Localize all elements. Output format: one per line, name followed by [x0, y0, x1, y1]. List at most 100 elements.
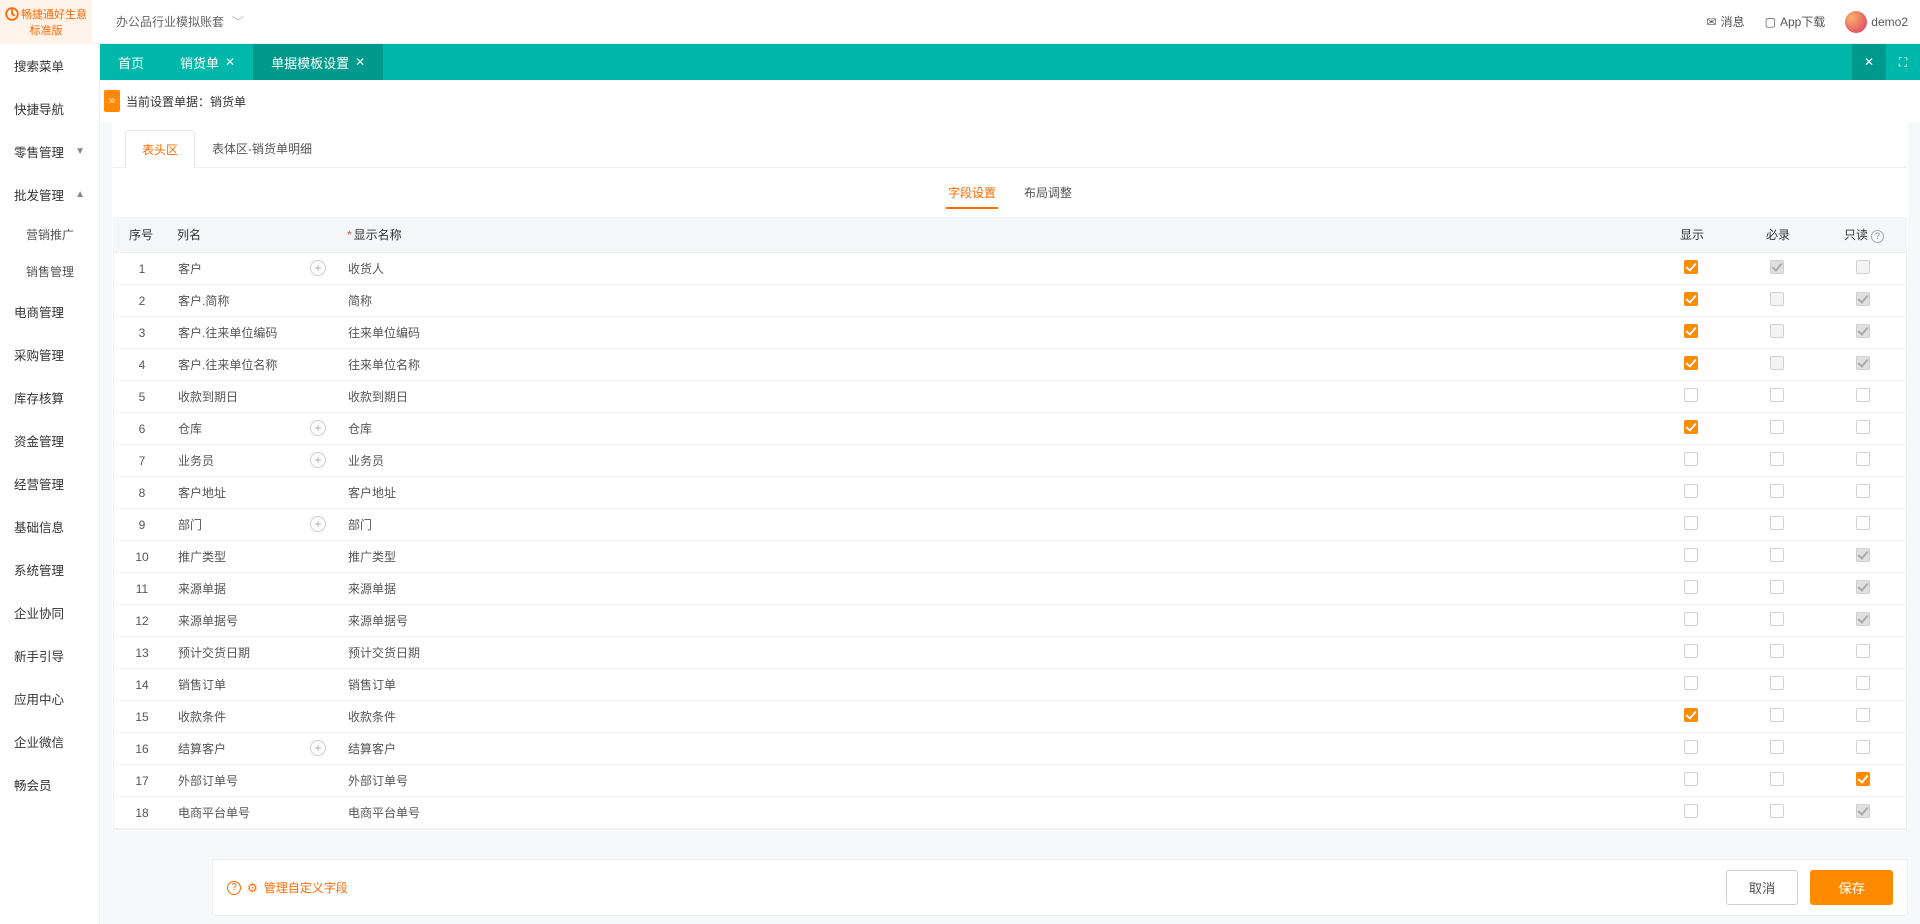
nav-item[interactable]: 畅会员 — [0, 763, 99, 806]
nav-item[interactable]: 基础信息 — [0, 505, 99, 548]
expand-plus-icon[interactable]: + — [310, 516, 326, 532]
area-tab[interactable]: 表体区-销货单明细 — [195, 129, 329, 167]
checkbox[interactable] — [1856, 516, 1870, 530]
checkbox[interactable] — [1856, 740, 1870, 754]
nav-item[interactable]: 企业协同 — [0, 591, 99, 634]
cell-dispname[interactable]: 结算客户 — [340, 733, 1648, 765]
cell-dispname[interactable]: 往来单位名称 — [340, 349, 1648, 381]
cell-dispname[interactable]: 销售订单 — [340, 669, 1648, 701]
checkbox[interactable] — [1684, 484, 1698, 498]
checkbox[interactable] — [1770, 804, 1784, 818]
cell-dispname[interactable]: 部门 — [340, 509, 1648, 541]
cell-dispname[interactable]: 预计交货日期 — [340, 637, 1648, 669]
checkbox[interactable] — [1770, 676, 1784, 690]
cell-dispname[interactable]: 推广类型 — [340, 541, 1648, 573]
nav-item[interactable]: 采购管理 — [0, 333, 99, 376]
checkbox[interactable] — [1684, 388, 1698, 402]
checkbox[interactable] — [1684, 772, 1698, 786]
checkbox[interactable] — [1856, 452, 1870, 466]
checkbox[interactable] — [1770, 548, 1784, 562]
nav-item[interactable]: 快捷导航 — [0, 87, 99, 130]
save-button[interactable]: 保存 — [1810, 870, 1893, 905]
checkbox[interactable] — [1684, 324, 1698, 338]
checkbox[interactable] — [1856, 484, 1870, 498]
checkbox[interactable] — [1856, 676, 1870, 690]
checkbox[interactable] — [1770, 612, 1784, 626]
messages-link[interactable]: ✉ 消息 — [1707, 13, 1745, 30]
app-download-link[interactable]: ▢ App下载 — [1765, 13, 1826, 30]
checkbox[interactable] — [1770, 740, 1784, 754]
cell-dispname[interactable]: 业务员 — [340, 445, 1648, 477]
checkbox[interactable] — [1770, 708, 1784, 722]
cell-dispname[interactable]: 电商平台单号 — [340, 797, 1648, 829]
grid-scroll[interactable]: 1客户+收货人2客户.简称简称3客户.往来单位编码往来单位编码4客户.往来单位名… — [113, 253, 1907, 830]
checkbox[interactable] — [1684, 452, 1698, 466]
user-menu[interactable]: demo2 — [1845, 11, 1908, 33]
expand-plus-icon[interactable]: + — [310, 740, 326, 756]
collapse-handle[interactable]: » — [104, 90, 120, 112]
expand-plus-icon[interactable]: + — [310, 452, 326, 468]
nav-item[interactable]: 应用中心 — [0, 677, 99, 720]
tab[interactable]: 首页 — [100, 44, 162, 80]
checkbox[interactable] — [1684, 420, 1698, 434]
checkbox[interactable] — [1684, 612, 1698, 626]
checkbox[interactable] — [1684, 580, 1698, 594]
checkbox[interactable] — [1770, 580, 1784, 594]
fullscreen-button[interactable]: ⛶ — [1886, 44, 1920, 80]
checkbox[interactable] — [1770, 388, 1784, 402]
expand-plus-icon[interactable]: + — [310, 260, 326, 276]
checkbox[interactable] — [1856, 708, 1870, 722]
cell-dispname[interactable]: 简称 — [340, 285, 1648, 317]
nav-item[interactable]: 库存核算 — [0, 376, 99, 419]
nav-item[interactable]: 电商管理 — [0, 290, 99, 333]
checkbox[interactable] — [1684, 260, 1698, 274]
nav-subitem[interactable]: 营销推广 — [0, 216, 99, 253]
nav-item[interactable]: 批发管理▲ — [0, 173, 99, 216]
checkbox[interactable] — [1770, 452, 1784, 466]
checkbox[interactable] — [1770, 420, 1784, 434]
sub-tab[interactable]: 布局调整 — [1022, 178, 1074, 209]
close-icon[interactable]: ✕ — [225, 55, 235, 69]
checkbox[interactable] — [1684, 740, 1698, 754]
checkbox[interactable] — [1770, 516, 1784, 530]
nav-subitem[interactable]: 销售管理 — [0, 253, 99, 290]
tab[interactable]: 销货单✕ — [162, 44, 253, 80]
checkbox[interactable] — [1770, 772, 1784, 786]
checkbox[interactable] — [1684, 356, 1698, 370]
checkbox[interactable] — [1856, 772, 1870, 786]
nav-item[interactable]: 经营管理 — [0, 462, 99, 505]
manage-custom-fields-link[interactable]: ? ⚙ 管理自定义字段 — [227, 879, 348, 896]
cell-dispname[interactable]: 往来单位编码 — [340, 317, 1648, 349]
cell-dispname[interactable]: 来源单据 — [340, 573, 1648, 605]
checkbox[interactable] — [1684, 516, 1698, 530]
area-tab[interactable]: 表头区 — [125, 130, 195, 168]
cell-dispname[interactable]: 收货人 — [340, 253, 1648, 285]
cell-dispname[interactable]: 客户地址 — [340, 477, 1648, 509]
nav-item[interactable]: 资金管理 — [0, 419, 99, 462]
checkbox[interactable] — [1684, 804, 1698, 818]
account-selector[interactable]: 办公品行业模拟账套 ﹀ — [116, 13, 244, 30]
checkbox[interactable] — [1770, 484, 1784, 498]
checkbox[interactable] — [1856, 420, 1870, 434]
checkbox[interactable] — [1684, 676, 1698, 690]
close-icon[interactable]: ✕ — [355, 55, 365, 69]
checkbox[interactable] — [1770, 644, 1784, 658]
tab-close-button[interactable]: ✕ — [1852, 44, 1886, 80]
cell-dispname[interactable]: 来源单据号 — [340, 605, 1648, 637]
cell-dispname[interactable]: 收款到期日 — [340, 381, 1648, 413]
cell-dispname[interactable]: 收款条件 — [340, 701, 1648, 733]
cancel-button[interactable]: 取消 — [1726, 870, 1799, 905]
nav-item[interactable]: 搜索菜单 — [0, 44, 99, 87]
nav-item[interactable]: 企业微信 — [0, 720, 99, 763]
checkbox[interactable] — [1856, 644, 1870, 658]
tab[interactable]: 单据模板设置✕ — [253, 44, 383, 80]
nav-item[interactable]: 零售管理▼ — [0, 130, 99, 173]
cell-dispname[interactable]: 外部订单号 — [340, 765, 1648, 797]
sub-tab[interactable]: 字段设置 — [946, 178, 998, 209]
expand-plus-icon[interactable]: + — [310, 420, 326, 436]
checkbox[interactable] — [1856, 388, 1870, 402]
checkbox[interactable] — [1684, 708, 1698, 722]
nav-item[interactable]: 系统管理 — [0, 548, 99, 591]
checkbox[interactable] — [1684, 292, 1698, 306]
cell-dispname[interactable]: 仓库 — [340, 413, 1648, 445]
